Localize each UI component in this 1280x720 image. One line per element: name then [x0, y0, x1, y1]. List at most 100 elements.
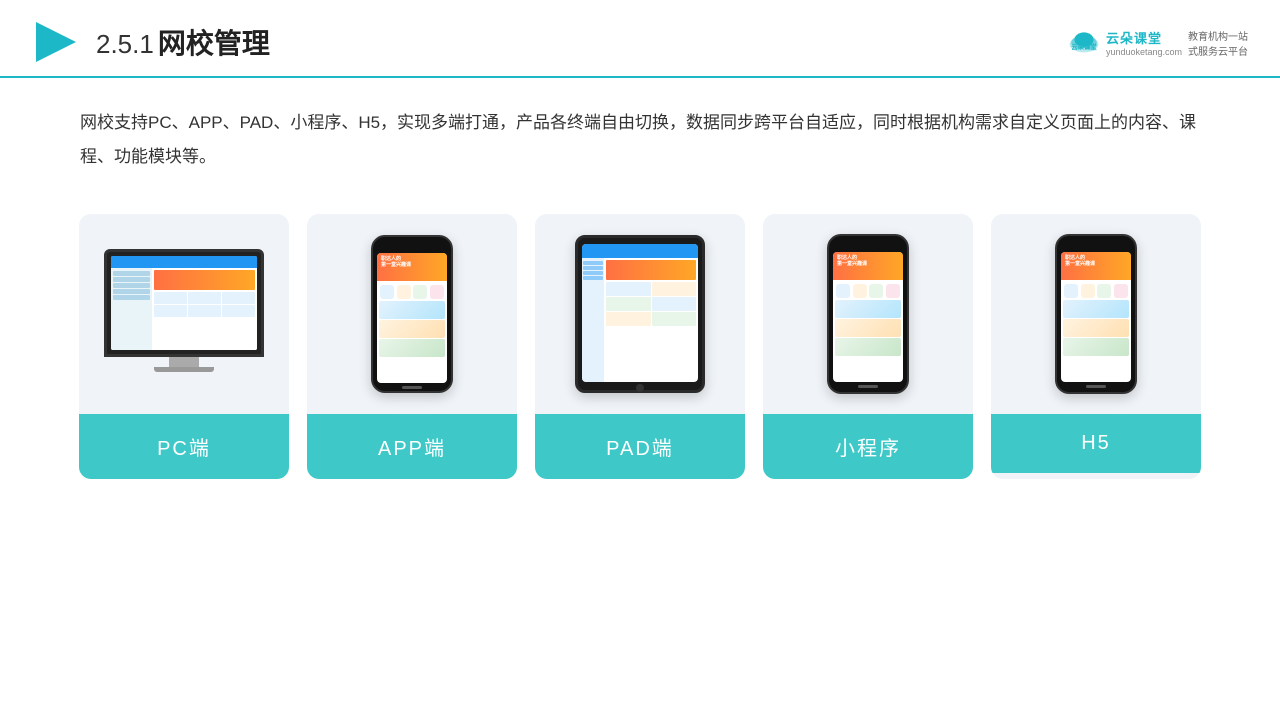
card-pc: PC端: [79, 214, 289, 479]
svg-text:云朵课堂: 云朵课堂: [1071, 42, 1097, 51]
monitor-screen-wrapper: [104, 249, 264, 357]
card-miniprogram: 职达人的第一堂兴趣课: [763, 214, 973, 479]
phone-icon: [1064, 284, 1078, 298]
phone-icon: [430, 285, 444, 299]
phone-banner-mini: 职达人的第一堂兴趣课: [833, 252, 903, 280]
phone-row: [379, 301, 445, 319]
monitor-nav: [111, 256, 257, 268]
logo-tagline: 教育机构一站 式服务云平台: [1188, 28, 1248, 58]
tablet-mini-card: [652, 282, 697, 296]
phone-row: [835, 300, 901, 318]
card-pc-image: [79, 214, 289, 414]
card-pad: PAD端: [535, 214, 745, 479]
phone-banner-text-mini: 职达人的第一堂兴趣课: [837, 255, 867, 267]
phone-screen-mini: 职达人的第一堂兴趣课: [833, 252, 903, 382]
card-pad-image: [535, 214, 745, 414]
phone-notch-h5: [1084, 244, 1108, 250]
monitor-main: [152, 268, 257, 350]
phone-mockup-h5: 职达人的第一堂兴趣课: [1055, 234, 1137, 394]
pc-mockup: [104, 249, 264, 379]
cards-section: PC端 职达人的第一堂兴趣课: [0, 184, 1280, 479]
page-title-num: 2.5.1: [96, 29, 154, 59]
page-title: 2.5.1网校管理: [96, 22, 270, 62]
monitor-content: [111, 268, 257, 350]
logo-url: yunduoketang.com: [1106, 47, 1182, 57]
card-miniprogram-label: 小程序: [763, 414, 973, 479]
phone-icon-row-mini: [835, 282, 901, 300]
phone-icon: [1097, 284, 1111, 298]
phone-icon: [397, 285, 411, 299]
tablet-sidebar-item: [583, 271, 603, 275]
header: 2.5.1网校管理 云朵课堂 云朵课堂 yunduoketang.com 教育机…: [0, 0, 1280, 78]
phone-icon: [886, 284, 900, 298]
monitor-base: [154, 367, 214, 372]
card-app-image: 职达人的第一堂兴趣课: [307, 214, 517, 414]
tablet-body: [582, 258, 698, 382]
tablet-mini-card: [606, 312, 651, 326]
tablet-screen: [582, 244, 698, 382]
phone-content: [377, 281, 447, 360]
phone-banner: 职达人的第一堂兴趣课: [377, 253, 447, 281]
monitor-card-mini: [188, 292, 221, 304]
monitor-card-mini: [222, 305, 255, 317]
phone-card: [379, 320, 445, 338]
phone-row: [379, 320, 445, 338]
phone-row: [1063, 338, 1129, 356]
header-left: 2.5.1网校管理: [32, 18, 270, 66]
monitor-sidebar-item: [113, 277, 150, 282]
tablet-home-button: [636, 384, 644, 392]
tablet-sidebar: [582, 258, 604, 382]
card-h5-label: H5: [991, 414, 1201, 473]
card-pc-label: PC端: [79, 414, 289, 479]
card-h5-image: 职达人的第一堂兴趣课: [991, 214, 1201, 414]
phone-icon-row: [379, 283, 445, 301]
phone-row: [379, 339, 445, 357]
logo-area: 云朵课堂 云朵课堂 yunduoketang.com 教育机构一站 式服务云平台: [1068, 26, 1248, 58]
logo-text-block: 云朵课堂 yunduoketang.com: [1106, 28, 1182, 57]
monitor-sidebar: [111, 268, 152, 350]
phone-card: [379, 301, 445, 319]
phone-mockup-app: 职达人的第一堂兴趣课: [371, 235, 453, 393]
tablet-sidebar-item: [583, 261, 603, 265]
tablet-sidebar-item: [583, 266, 603, 270]
monitor-screen-inner: [111, 256, 257, 350]
phone-content-h5: [1061, 280, 1131, 359]
monitor-sidebar-item: [113, 271, 150, 276]
card-pad-label: PAD端: [535, 414, 745, 479]
phone-content-mini: [833, 280, 903, 359]
phone-home-indicator: [402, 386, 422, 389]
monitor-card-mini: [188, 305, 221, 317]
logo-name: 云朵课堂: [1106, 28, 1182, 47]
phone-card: [379, 339, 445, 357]
tablet-nav: [582, 244, 698, 258]
phone-notch: [400, 245, 424, 251]
cloud-logo-icon: 云朵课堂: [1068, 30, 1100, 54]
card-app-label: APP端: [307, 414, 517, 479]
monitor-card-mini: [154, 305, 187, 317]
phone-icon: [1114, 284, 1128, 298]
phone-card: [1063, 338, 1129, 356]
tablet-mini-card: [652, 312, 697, 326]
phone-row: [835, 319, 901, 337]
phone-card: [835, 319, 901, 337]
phone-icon-row-h5: [1063, 282, 1129, 300]
description-paragraph: 网校支持PC、APP、PAD、小程序、H5，实现多端打通，产品各终端自由切换，数…: [80, 106, 1200, 174]
tablet-sidebar-item: [583, 276, 603, 280]
phone-screen-h5: 职达人的第一堂兴趣课: [1061, 252, 1131, 382]
phone-home-indicator-mini: [858, 385, 878, 388]
tablet-mini-card: [652, 297, 697, 311]
monitor-sidebar-item: [113, 295, 150, 300]
card-h5: 职达人的第一堂兴趣课: [991, 214, 1201, 479]
play-icon: [32, 18, 80, 66]
tablet-mini-card: [606, 297, 651, 311]
page-title-chinese: 网校管理: [158, 28, 270, 59]
tablet-main: [604, 258, 698, 382]
phone-card: [835, 338, 901, 356]
phone-card: [1063, 319, 1129, 337]
monitor-sidebar-item: [113, 283, 150, 288]
monitor-card-mini: [222, 292, 255, 304]
phone-card: [1063, 300, 1129, 318]
card-miniprogram-image: 职达人的第一堂兴趣课: [763, 214, 973, 414]
phone-banner-text: 职达人的第一堂兴趣课: [381, 256, 411, 268]
monitor-card-mini: [154, 292, 187, 304]
